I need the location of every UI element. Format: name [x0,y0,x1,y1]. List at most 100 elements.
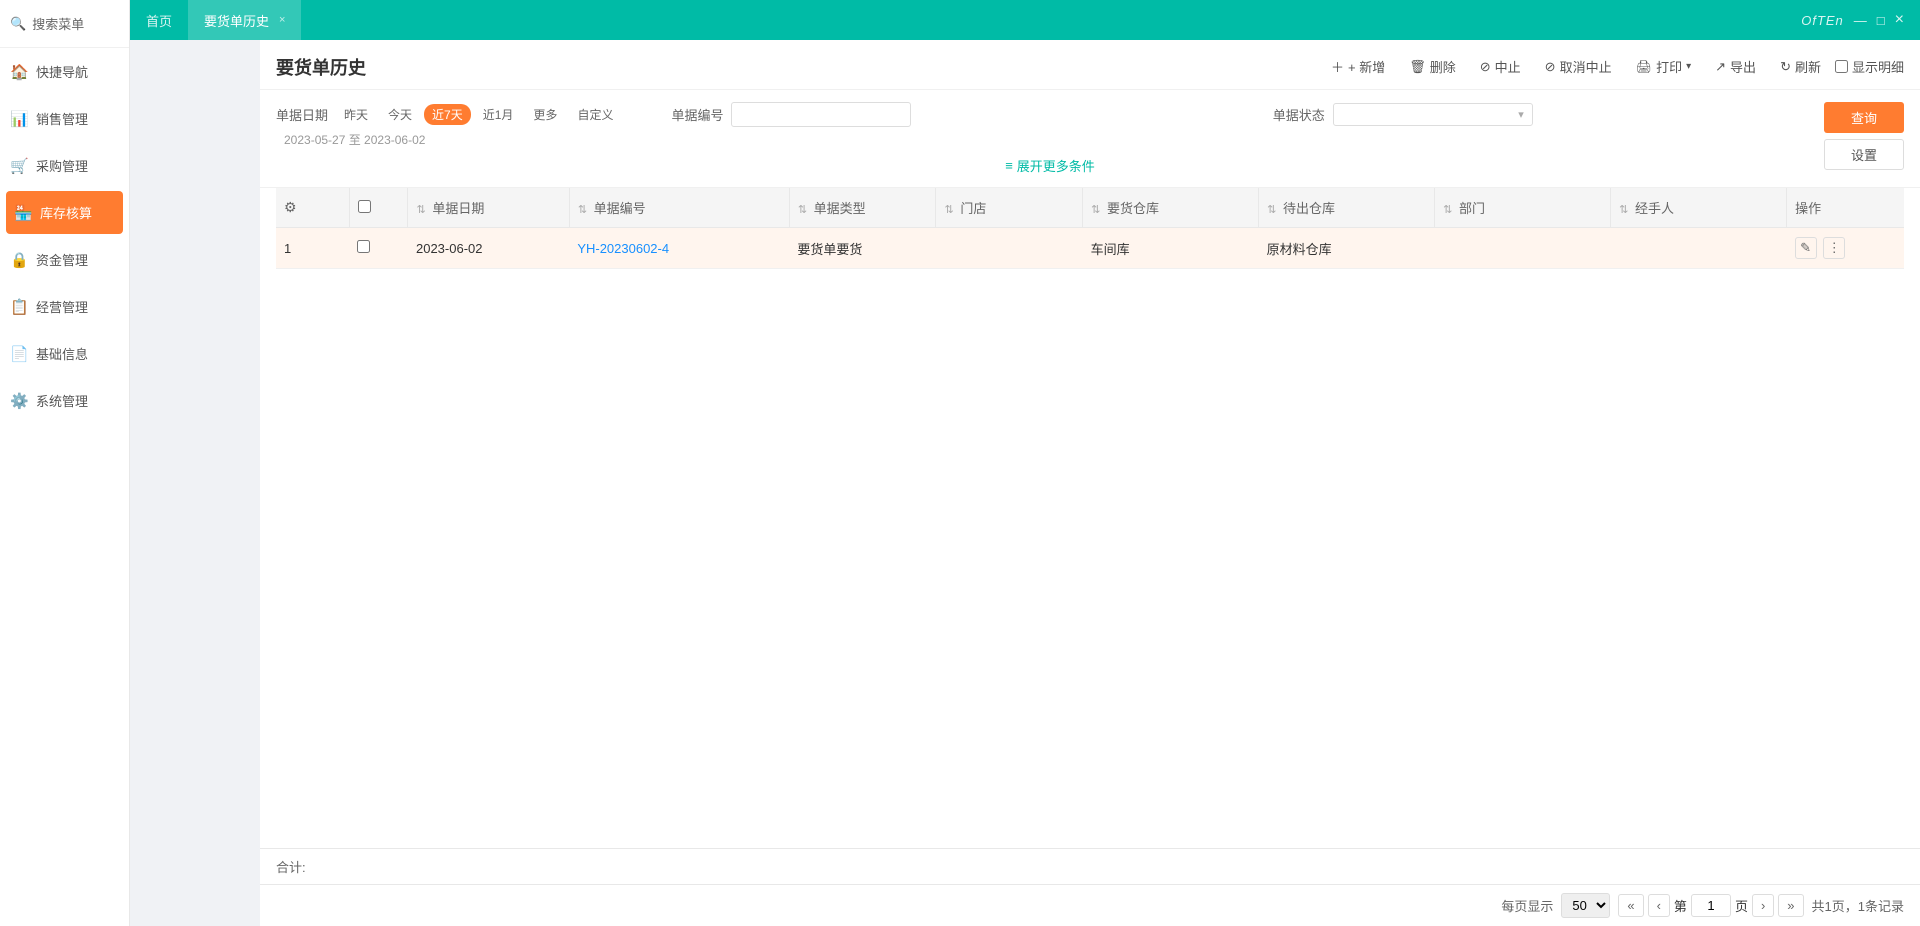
new-button[interactable]: ＋ + 新增 [1321,52,1395,81]
warehouse-icon: 🏪 [14,204,32,222]
cell-handler [1611,228,1787,269]
gear-icon: ⚙️ [10,392,28,410]
sidebar-item-label: 资金管理 [36,250,88,269]
expand-conditions-btn[interactable]: ≡ 展开更多条件 [276,156,1824,175]
page-container: 要货单历史 ＋ + 新增 🗑 删除 ⊘ 中止 ⊘ 取消中止 [260,40,1920,926]
window-minimize-btn[interactable]: — [1854,13,1867,28]
delete-label: 删除 [1430,57,1456,76]
first-page-btn[interactable]: « [1618,894,1643,917]
th-store-label: 门店 [960,201,986,216]
tab-home[interactable]: 首页 [130,0,188,40]
doc-status-select[interactable]: ▾ [1333,103,1533,126]
tab-home-label: 首页 [146,11,172,30]
sidebar-item-label: 基础信息 [36,344,88,363]
table-footer: 合计: [260,848,1920,884]
next-page-btn[interactable]: › [1752,894,1774,917]
date-more-btn[interactable]: 更多 [525,104,565,125]
cell-op: ✎ ⋮ [1787,228,1904,269]
table-header-row: ⚙ ⇅ 单据日期 ⇅ 单据编号 [276,188,1904,228]
cancel-stop-icon: ⊘ [1545,59,1556,75]
delete-button[interactable]: 🗑 删除 [1399,52,1466,81]
table-row: 1 2023-06-02 YH-20230602-4 要货单要货 [276,228,1904,269]
query-button[interactable]: 查询 [1824,102,1904,133]
page-label: 第 [1674,896,1687,915]
sidebar-item-quick-nav[interactable]: 🏠 快捷导航 [0,48,129,95]
setting-button[interactable]: 设置 [1824,139,1904,170]
window-maximize-btn[interactable]: □ [1877,13,1885,28]
th-handler: ⇅ 经手人 [1611,188,1787,228]
print-button[interactable]: 🖨 打印 ▾ [1626,52,1702,81]
sidebar-item-basic-info[interactable]: 📄 基础信息 [0,330,129,377]
date-last1month-btn[interactable]: 近1月 [475,104,522,125]
row-doc-type: 要货单要货 [797,242,862,257]
th-wait-wh-label: 待出仓库 [1283,201,1335,216]
sidebar-item-label: 系统管理 [36,391,88,410]
cell-doc-date: 2023-06-02 [408,228,569,269]
row-req-wh: 车间库 [1091,242,1130,257]
filter-row: 单据日期 昨天 今天 近7天 近1月 更多 自定义 [276,102,1824,127]
page-suffix: 页 [1735,896,1748,915]
th-op-label: 操作 [1795,201,1821,216]
cell-num: 1 [276,228,349,269]
op-edit-icon[interactable]: ✎ [1795,237,1817,259]
op-more-icon[interactable]: ⋮ [1823,237,1845,259]
sidebar-item-sales[interactable]: 📊 销售管理 [0,95,129,142]
settings-gear-icon[interactable]: ⚙ [284,199,297,215]
doc-icon: 📄 [10,345,28,363]
stop-label: 中止 [1495,57,1521,76]
sidebar-item-label: 库存核算 [40,203,92,222]
th-doc-no-label: 单据编号 [594,201,646,216]
doc-no-input[interactable] [731,102,911,127]
th-department: ⇅ 部门 [1435,188,1611,228]
chart-icon: 📊 [10,110,28,128]
window-close-btn[interactable]: × [1895,11,1904,29]
cell-doc-no: YH-20230602-4 [569,228,789,269]
cell-doc-type: 要货单要货 [789,228,936,269]
sidebar-item-system[interactable]: ⚙️ 系统管理 [0,377,129,424]
th-req-wh-label: 要货仓库 [1107,201,1159,216]
operation-icon: 📋 [10,298,28,316]
refresh-button[interactable]: ↻ 刷新 [1770,52,1831,81]
cell-check [349,228,408,269]
date-filter-section: 单据日期 昨天 今天 近7天 近1月 更多 自定义 [276,104,651,125]
select-all-checkbox[interactable] [358,200,371,213]
th-doc-type: ⇅ 单据类型 [789,188,936,228]
sidebar-item-finance[interactable]: 🔒 资金管理 [0,236,129,283]
filter-area: 单据日期 昨天 今天 近7天 近1月 更多 自定义 [260,90,1920,188]
refresh-icon: ↻ [1780,59,1791,75]
tab-requisition-history[interactable]: 要货单历史 × [188,0,301,40]
date-today-btn[interactable]: 今天 [380,104,420,125]
sidebar-item-inventory[interactable]: 🏪 库存核算 [6,191,123,234]
per-page-select[interactable]: 50 [1561,893,1610,918]
display-detail-label: 显示明细 [1852,57,1904,76]
main-content: 要货单历史 ＋ + 新增 🗑 删除 ⊘ 中止 ⊘ 取消中止 [260,40,1920,926]
sidebar: 🔍 搜索菜单 🏠 快捷导航 📊 销售管理 🛒 采购管理 🏪 库存核算 🔒 资金管… [0,0,130,926]
toolbar: ＋ + 新增 🗑 删除 ⊘ 中止 ⊘ 取消中止 🖨 打印 [1321,52,1904,81]
cancel-stop-label: 取消中止 [1560,57,1612,76]
date-last7-btn[interactable]: 近7天 [424,104,471,125]
row-doc-no-link[interactable]: YH-20230602-4 [577,241,669,256]
data-table: ⚙ ⇅ 单据日期 ⇅ 单据编号 [276,188,1904,269]
sidebar-item-operation[interactable]: 📋 经营管理 [0,283,129,330]
home-icon: 🏠 [10,63,28,81]
tab-close-icon[interactable]: × [279,14,285,26]
date-custom-btn[interactable]: 自定义 [569,104,621,125]
new-icon: ＋ [1331,57,1344,76]
date-yesterday-btn[interactable]: 昨天 [336,104,376,125]
pagination: 每页显示 50 « ‹ 第 页 › » 共1页，1条记录 [260,884,1920,926]
display-detail-checkbox[interactable] [1835,60,1848,73]
th-req-warehouse: ⇅ 要货仓库 [1083,188,1259,228]
last-page-btn[interactable]: » [1778,894,1803,917]
prev-page-btn[interactable]: ‹ [1648,894,1670,917]
doc-no-filter-section: 单据编号 [671,102,1252,127]
print-icon: 🖨 [1636,59,1653,75]
row-checkbox[interactable] [357,240,370,253]
delete-icon: 🗑 [1409,59,1426,75]
cancel-stop-button[interactable]: ⊘ 取消中止 [1535,52,1622,81]
stop-button[interactable]: ⊘ 中止 [1470,52,1531,81]
sidebar-item-purchase[interactable]: 🛒 采购管理 [0,142,129,189]
sidebar-search[interactable]: 🔍 搜索菜单 [0,0,129,48]
export-button[interactable]: ↗ 导出 [1705,52,1766,81]
display-detail-toggle[interactable]: 显示明细 [1835,57,1904,76]
current-page-input[interactable] [1691,894,1731,917]
